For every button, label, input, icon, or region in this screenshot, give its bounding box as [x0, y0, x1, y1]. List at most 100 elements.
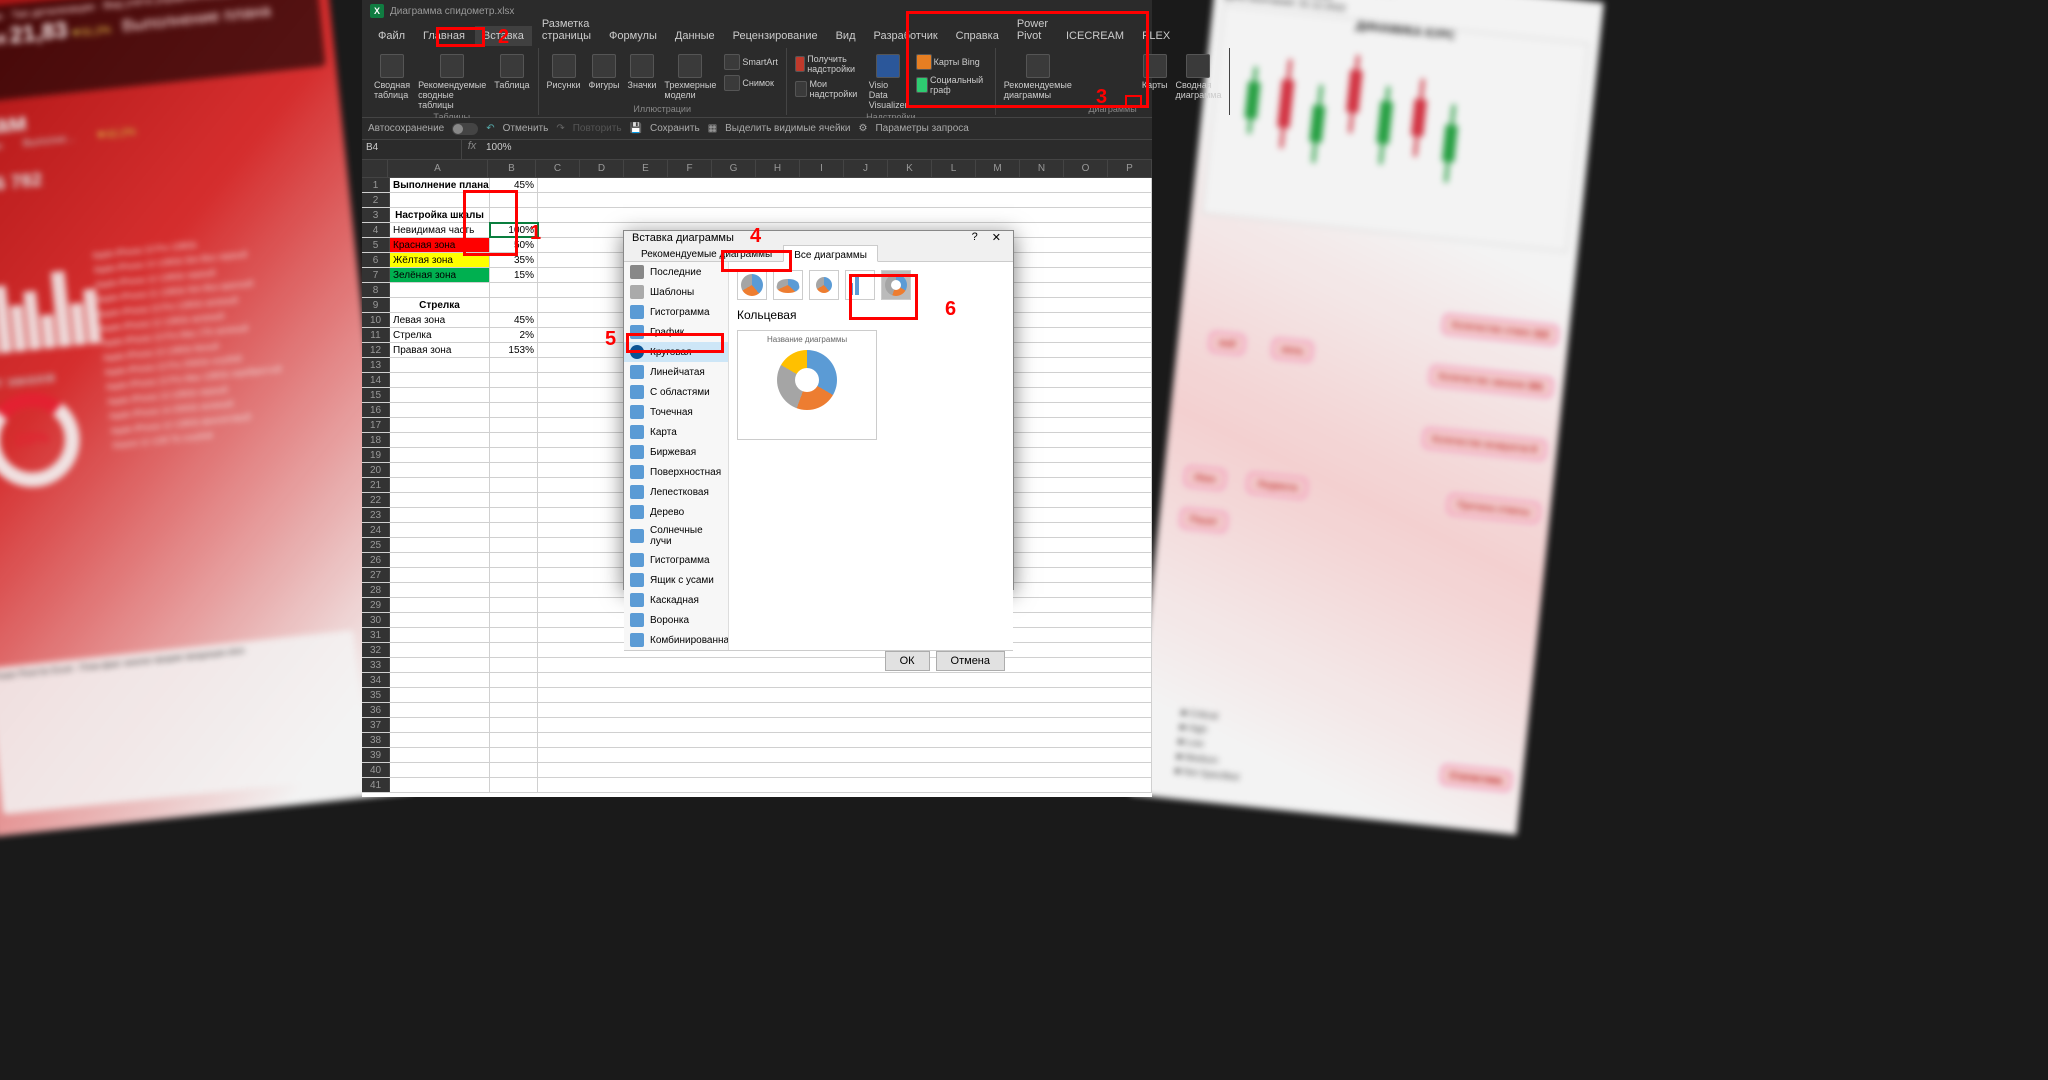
chart-cat-pie[interactable]: Круговая: [624, 342, 728, 362]
cell[interactable]: 15%: [490, 268, 538, 282]
chart-type-icon[interactable]: [1118, 52, 1134, 68]
redo-button[interactable]: Повторить: [573, 123, 622, 134]
col-header[interactable]: C: [536, 160, 580, 177]
table-button[interactable]: Таблица: [492, 52, 531, 92]
col-header[interactable]: F: [668, 160, 712, 177]
smartart-button[interactable]: SmartArt: [722, 52, 780, 72]
visio-button[interactable]: Visio Data Visualizer: [867, 52, 910, 112]
cell[interactable]: Правая зона: [390, 343, 490, 357]
tab-view[interactable]: Вид: [828, 26, 864, 46]
ok-button[interactable]: ОК: [885, 651, 930, 671]
get-addins-button[interactable]: Получить надстройки: [793, 52, 863, 76]
chart-type-icon[interactable]: [1078, 52, 1094, 68]
col-header[interactable]: A: [388, 160, 488, 177]
cell[interactable]: Стрелка: [390, 298, 490, 312]
col-header[interactable]: P: [1108, 160, 1152, 177]
tab-data[interactable]: Данные: [667, 26, 723, 46]
name-box[interactable]: B4: [362, 140, 462, 159]
chart-cat-waterfall[interactable]: Каскадная: [624, 590, 728, 610]
fx-icon[interactable]: fx: [462, 140, 482, 159]
chart-cat-line[interactable]: График: [624, 322, 728, 342]
col-header[interactable]: J: [844, 160, 888, 177]
cell[interactable]: Стрелка: [390, 328, 490, 342]
tab-plex[interactable]: PLEX: [1134, 26, 1178, 46]
recommended-pivots-button[interactable]: Рекомендуемые сводные таблицы: [416, 52, 488, 112]
cell[interactable]: Невидимая часть: [390, 223, 490, 237]
cell[interactable]: Левая зона: [390, 313, 490, 327]
cell[interactable]: 45%: [490, 313, 538, 327]
chart-cat-bar[interactable]: Линейчатая: [624, 362, 728, 382]
tab-home[interactable]: Главная: [415, 26, 473, 46]
screenshot-button[interactable]: Снимок: [722, 73, 780, 93]
chart-cat-templates[interactable]: Шаблоны: [624, 282, 728, 302]
chart-preview[interactable]: Название диаграммы: [737, 330, 877, 440]
col-header[interactable]: K: [888, 160, 932, 177]
cell[interactable]: 35%: [490, 253, 538, 267]
chart-type-icon[interactable]: [1078, 88, 1094, 104]
tab-developer[interactable]: Разработчик: [866, 26, 946, 46]
highlight-visible-button[interactable]: Выделить видимые ячейки: [725, 123, 850, 134]
cell[interactable]: Красная зона: [390, 238, 490, 252]
pictures-button[interactable]: Рисунки: [545, 52, 583, 92]
pie-subtype-doughnut[interactable]: [881, 270, 911, 300]
cell[interactable]: Выполнение плана, %: [390, 178, 490, 192]
tab-icecream[interactable]: ICECREAM: [1058, 26, 1132, 46]
col-header[interactable]: N: [1020, 160, 1064, 177]
autosave-toggle[interactable]: [452, 123, 478, 135]
cell[interactable]: Настройка шкалы: [390, 208, 490, 222]
tab-layout[interactable]: Разметка страницы: [534, 14, 599, 46]
formula-input[interactable]: 100%: [482, 140, 1152, 159]
tab-help[interactable]: Справка: [948, 26, 1007, 46]
cell[interactable]: 2%: [490, 328, 538, 342]
col-header[interactable]: B: [488, 160, 536, 177]
col-header[interactable]: O: [1064, 160, 1108, 177]
cell[interactable]: 45%: [490, 178, 538, 192]
tab-formulas[interactable]: Формулы: [601, 26, 665, 46]
cancel-button[interactable]: Отмена: [936, 651, 1005, 671]
chart-type-icon[interactable]: [1098, 52, 1114, 68]
chart-cat-histogram[interactable]: Гистограмма: [624, 550, 728, 570]
col-header[interactable]: D: [580, 160, 624, 177]
recommended-charts-button[interactable]: Рекомендуемые диаграммы: [1002, 52, 1074, 102]
icons-button[interactable]: Значки: [626, 52, 659, 92]
col-header[interactable]: L: [932, 160, 976, 177]
chart-cat-funnel[interactable]: Воронка: [624, 610, 728, 630]
cell[interactable]: Зелёная зона: [390, 268, 490, 282]
tab-powerpivot[interactable]: Power Pivot: [1009, 14, 1056, 46]
col-header[interactable]: H: [756, 160, 800, 177]
chart-cat-surface[interactable]: Поверхностная: [624, 462, 728, 482]
cell[interactable]: 153%: [490, 343, 538, 357]
chart-cat-scatter[interactable]: Точечная: [624, 402, 728, 422]
social-graph-button[interactable]: Социальный граф: [914, 73, 989, 97]
dialog-close-button[interactable]: ✕: [988, 231, 1005, 244]
undo-button[interactable]: Отменить: [503, 123, 549, 134]
dialog-tab-all[interactable]: Все диаграммы: [783, 245, 878, 262]
pie-subtype-pieofpie[interactable]: [809, 270, 839, 300]
bingmaps-button[interactable]: Карты Bing: [914, 52, 989, 72]
chart-type-icon[interactable]: [1078, 70, 1094, 86]
pivottable-button[interactable]: Сводная таблица: [372, 52, 412, 102]
cell[interactable]: Жёлтая зона: [390, 253, 490, 267]
tab-file[interactable]: Файл: [370, 26, 413, 46]
shapes-button[interactable]: Фигуры: [587, 52, 622, 92]
pivotchart-button[interactable]: Сводная диаграмма: [1174, 52, 1224, 102]
chart-cat-treemap[interactable]: Дерево: [624, 502, 728, 522]
chart-cat-recent[interactable]: Последние: [624, 262, 728, 282]
col-header[interactable]: G: [712, 160, 756, 177]
chart-cat-map[interactable]: Карта: [624, 422, 728, 442]
pie-subtype-pie[interactable]: [737, 270, 767, 300]
chart-type-icon[interactable]: [1118, 70, 1134, 86]
dialog-help-button[interactable]: ?: [968, 231, 982, 244]
my-addins-button[interactable]: Мои надстройки: [793, 77, 863, 101]
chart-type-icon[interactable]: [1118, 88, 1134, 104]
maps-button[interactable]: Карты: [1140, 52, 1170, 92]
query-params-button[interactable]: Параметры запроса: [875, 123, 968, 134]
chart-cat-sunburst[interactable]: Солнечные лучи: [624, 522, 728, 550]
col-header[interactable]: M: [976, 160, 1020, 177]
save-button[interactable]: Сохранить: [650, 123, 700, 134]
pie-subtype-3dpie[interactable]: [773, 270, 803, 300]
chart-cat-radar[interactable]: Лепестковая: [624, 482, 728, 502]
chart-cat-column[interactable]: Гистограмма: [624, 302, 728, 322]
chart-cat-stock[interactable]: Биржевая: [624, 442, 728, 462]
pie-subtype-barofpie[interactable]: [845, 270, 875, 300]
